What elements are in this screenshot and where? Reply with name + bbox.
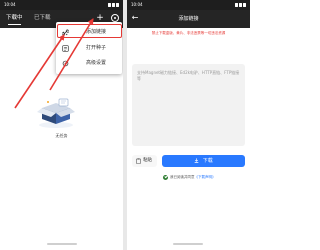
menu-item-advanced-settings[interactable]: 高级设置 [56,56,122,71]
status-icons [232,3,246,7]
menu-item-open-torrent[interactable]: 打开种子 [56,41,122,56]
paste-label: 粘贴 [143,158,152,163]
settings-icon [62,60,69,67]
app-header-right: ← 添加链接 [127,10,250,28]
empty-state-text: 无任务 [55,133,68,138]
home-indicator[interactable] [47,243,77,245]
menu-item-label: 打开种子 [86,45,107,51]
download-icon [194,157,199,163]
agreement-checkbox[interactable] [163,174,168,180]
legal-notice: 禁止下载盗版、黄片、非法违禁等一切违法资源 [151,31,226,35]
menu-item-label: 高级设置 [86,60,107,66]
link-input[interactable] [132,64,245,146]
status-bar-left: 10:04 [0,0,123,10]
agreement-prefix: 我已阅读并同意 [170,175,195,179]
clipboard-icon [136,158,141,164]
status-bar-right: 10:04 [127,0,250,10]
status-time: 10:04 [4,2,16,7]
gear-icon[interactable] [111,14,119,22]
download-label: 下载 [202,158,213,164]
agreement-link[interactable]: 《下载声明》 [195,175,216,179]
paste-button[interactable]: 粘贴 [132,155,157,167]
screens-divider [123,0,127,250]
download-button[interactable]: 下载 [162,155,245,167]
home-indicator[interactable] [173,243,203,245]
torrent-file-icon [62,45,69,52]
empty-box-illustration [37,98,75,128]
status-icons [105,3,119,7]
status-time: 10:04 [131,2,143,7]
tab-downloaded[interactable]: 已下载 [34,15,51,22]
page-title: 添加链接 [178,16,199,22]
tab-downloading[interactable]: 下载中 [6,15,23,25]
highlight-add-link [57,24,122,38]
agreement-row: 我已阅读并同意《下载声明》 [163,174,243,180]
